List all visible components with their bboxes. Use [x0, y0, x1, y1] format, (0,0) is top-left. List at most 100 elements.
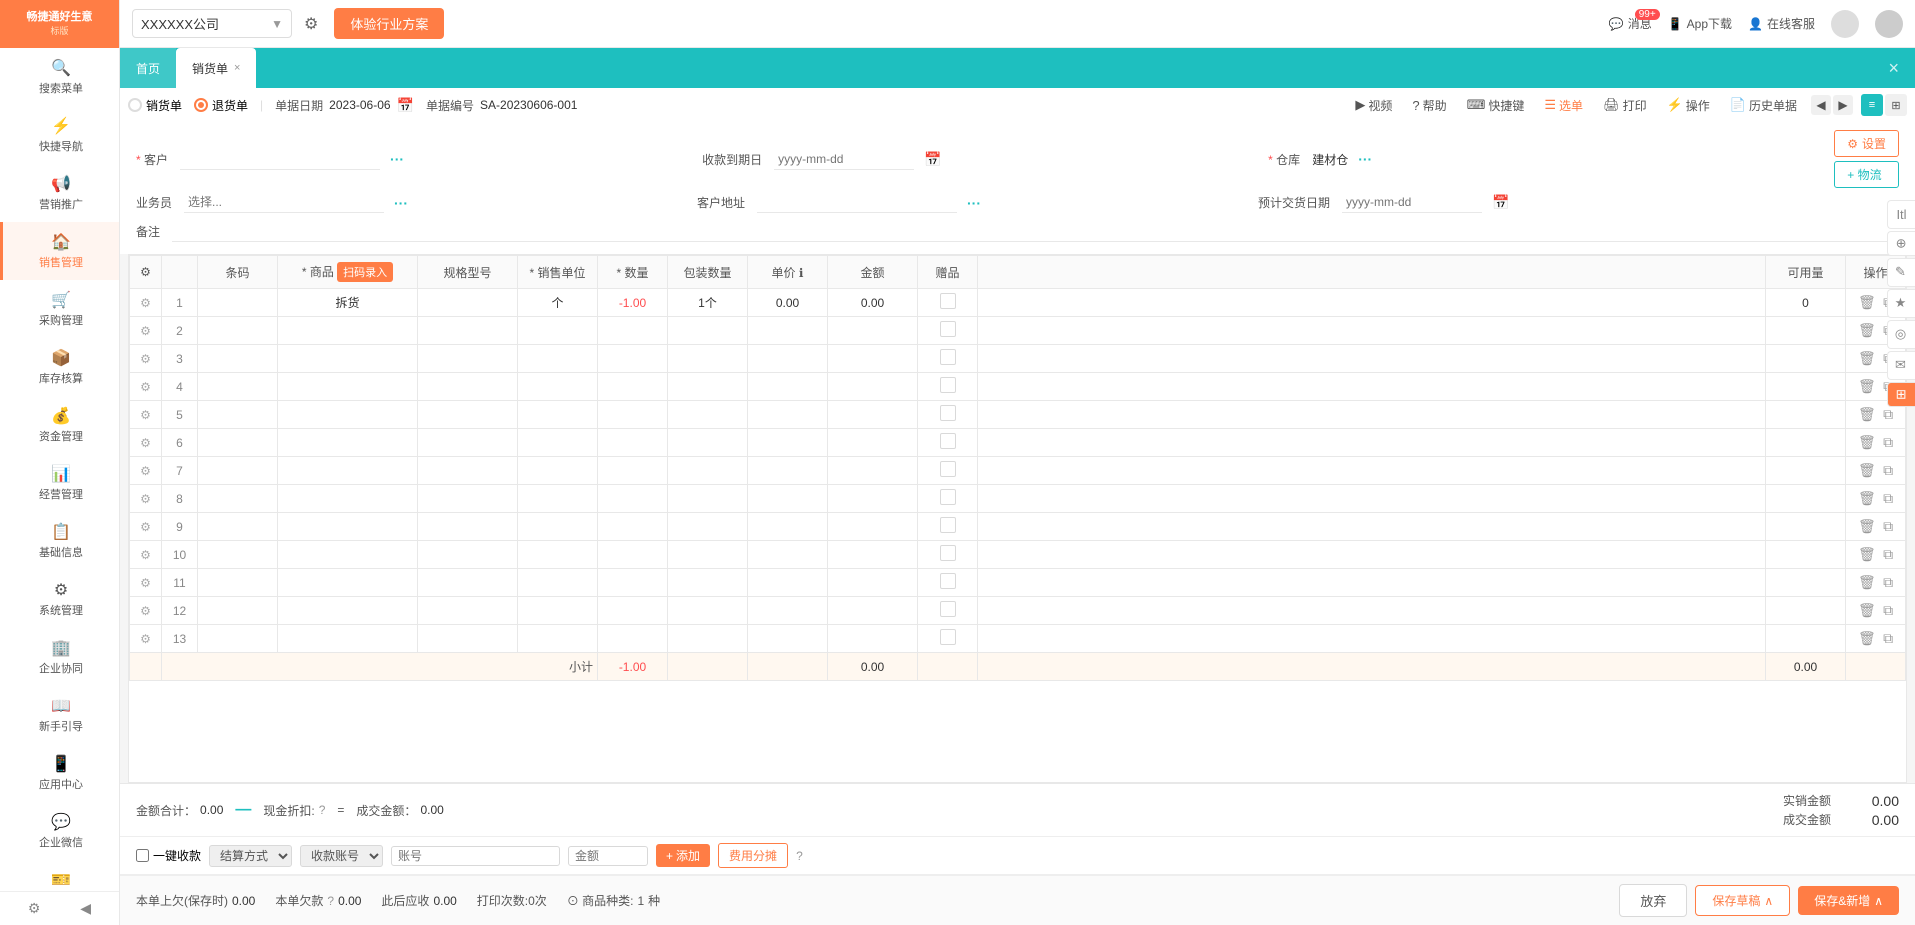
- gift-checkbox-8[interactable]: [940, 517, 956, 533]
- warehouse-dots[interactable]: ···: [1358, 151, 1372, 167]
- account-select[interactable]: 收款账号: [300, 845, 383, 867]
- gift-checkbox-6[interactable]: [940, 461, 956, 477]
- payment-checkbox[interactable]: [136, 849, 149, 862]
- sidebar-item-search[interactable]: 🔍 搜索菜单: [0, 48, 119, 106]
- gift-checkbox-5[interactable]: [940, 433, 956, 449]
- cell-amount-10[interactable]: [828, 569, 918, 597]
- gift-checkbox-7[interactable]: [940, 489, 956, 505]
- payment-date-input[interactable]: [774, 149, 914, 170]
- toolbar-shortcut[interactable]: ⌨ 快捷键: [1461, 95, 1531, 116]
- cell-pkg-12[interactable]: [668, 625, 748, 653]
- delete-row-icon-8[interactable]: 🗑: [1856, 518, 1878, 534]
- cell-gift-0[interactable]: [918, 289, 978, 317]
- customer-addr-dots[interactable]: ···: [967, 195, 981, 211]
- gift-checkbox-3[interactable]: [940, 377, 956, 393]
- prev-arrow[interactable]: ◀: [1811, 95, 1831, 115]
- cell-qty-6[interactable]: [598, 457, 668, 485]
- float-btn-3[interactable]: ✎: [1887, 258, 1915, 287]
- delete-row-icon-10[interactable]: 🗑: [1856, 574, 1878, 590]
- gift-checkbox-1[interactable]: [940, 321, 956, 337]
- collapse-icon[interactable]: ◀: [80, 900, 91, 917]
- cell-qty-3[interactable]: [598, 373, 668, 401]
- close-all-icon[interactable]: ×: [1880, 58, 1907, 78]
- cell-amount-2[interactable]: [828, 345, 918, 373]
- cell-amount-8[interactable]: [828, 513, 918, 541]
- copy-row-icon-11[interactable]: ⧉: [1881, 602, 1895, 618]
- sidebar-item-guide[interactable]: 📖 新手引导: [0, 686, 119, 744]
- delete-row-icon-11[interactable]: 🗑: [1856, 602, 1878, 618]
- cell-unit-9[interactable]: [518, 541, 598, 569]
- cell-spec-2[interactable]: [418, 345, 518, 373]
- cell-gift-11[interactable]: [918, 597, 978, 625]
- cell-product-10[interactable]: [278, 569, 418, 597]
- cell-qty-9[interactable]: [598, 541, 668, 569]
- discount-help-icon[interactable]: ?: [319, 803, 326, 817]
- cell-barcode-10[interactable]: [198, 569, 278, 597]
- cell-barcode-3[interactable]: [198, 373, 278, 401]
- cell-pkg-3[interactable]: [668, 373, 748, 401]
- copy-row-icon-12[interactable]: ⧉: [1881, 630, 1895, 646]
- gift-checkbox-10[interactable]: [940, 573, 956, 589]
- cell-spec-1[interactable]: [418, 317, 518, 345]
- sidebar-item-marketing[interactable]: 📢 营销推广: [0, 164, 119, 222]
- date-calendar-icon[interactable]: 📅: [397, 97, 414, 114]
- cell-spec-3[interactable]: [418, 373, 518, 401]
- cell-gift-8[interactable]: [918, 513, 978, 541]
- copy-row-icon-10[interactable]: ⧉: [1881, 574, 1895, 590]
- toolbar-history[interactable]: 📄 历史单据: [1724, 95, 1803, 116]
- cell-barcode-9[interactable]: [198, 541, 278, 569]
- company-selector[interactable]: XXXXXX公司 ▼: [132, 9, 292, 38]
- cell-product-2[interactable]: [278, 345, 418, 373]
- next-arrow[interactable]: ▶: [1833, 95, 1853, 115]
- cell-pkg-9[interactable]: [668, 541, 748, 569]
- toolbar-print[interactable]: 🖨 打印: [1597, 95, 1653, 116]
- cell-product-1[interactable]: [278, 317, 418, 345]
- float-btn-1[interactable]: Itl: [1887, 200, 1915, 229]
- cell-unit-2[interactable]: [518, 345, 598, 373]
- cell-barcode-0[interactable]: [198, 289, 278, 317]
- delete-row-icon-5[interactable]: 🗑: [1856, 434, 1878, 450]
- cell-gift-10[interactable]: [918, 569, 978, 597]
- cell-pkg-11[interactable]: [668, 597, 748, 625]
- cell-barcode-7[interactable]: [198, 485, 278, 513]
- cell-pkg-10[interactable]: [668, 569, 748, 597]
- cell-qty-2[interactable]: [598, 345, 668, 373]
- cell-spec-9[interactable]: [418, 541, 518, 569]
- cell-price-10[interactable]: [748, 569, 828, 597]
- cell-amount-12[interactable]: [828, 625, 918, 653]
- sidebar-item-member[interactable]: 🎫 畅会员: [0, 860, 119, 891]
- cell-amount-0[interactable]: 0.00: [828, 289, 918, 317]
- cell-barcode-5[interactable]: [198, 429, 278, 457]
- cell-spec-4[interactable]: [418, 401, 518, 429]
- float-btn-4[interactable]: ★: [1887, 289, 1915, 318]
- cell-qty-1[interactable]: [598, 317, 668, 345]
- cell-amount-5[interactable]: [828, 429, 918, 457]
- settings-icon[interactable]: ⚙: [28, 900, 41, 917]
- cell-unit-3[interactable]: [518, 373, 598, 401]
- gift-checkbox-12[interactable]: [940, 629, 956, 645]
- cell-qty-0[interactable]: -1.00: [598, 289, 668, 317]
- cell-amount-9[interactable]: [828, 541, 918, 569]
- view-grid-btn[interactable]: ⊞: [1885, 94, 1907, 116]
- cell-gift-5[interactable]: [918, 429, 978, 457]
- cell-price-11[interactable]: [748, 597, 828, 625]
- salesperson-dots[interactable]: ···: [394, 195, 408, 211]
- radio-sale[interactable]: 销货单: [128, 97, 182, 114]
- cell-amount-1[interactable]: [828, 317, 918, 345]
- online-service-item[interactable]: 👤 在线客服: [1748, 15, 1815, 32]
- account-no-input[interactable]: [391, 846, 560, 866]
- cell-unit-11[interactable]: [518, 597, 598, 625]
- user-avatar2[interactable]: [1875, 10, 1903, 38]
- sidebar-item-quicknav[interactable]: ⚡ 快捷导航: [0, 106, 119, 164]
- delete-row-icon-0[interactable]: 🗑: [1856, 294, 1878, 310]
- cell-qty-8[interactable]: [598, 513, 668, 541]
- cell-spec-8[interactable]: [418, 513, 518, 541]
- cell-pkg-0[interactable]: 1个: [668, 289, 748, 317]
- expected-date-cal-icon[interactable]: 📅: [1492, 194, 1509, 211]
- cell-qty-11[interactable]: [598, 597, 668, 625]
- copy-row-icon-5[interactable]: ⧉: [1881, 434, 1895, 450]
- cell-pkg-8[interactable]: [668, 513, 748, 541]
- cell-price-6[interactable]: [748, 457, 828, 485]
- cell-gift-6[interactable]: [918, 457, 978, 485]
- gift-checkbox-4[interactable]: [940, 405, 956, 421]
